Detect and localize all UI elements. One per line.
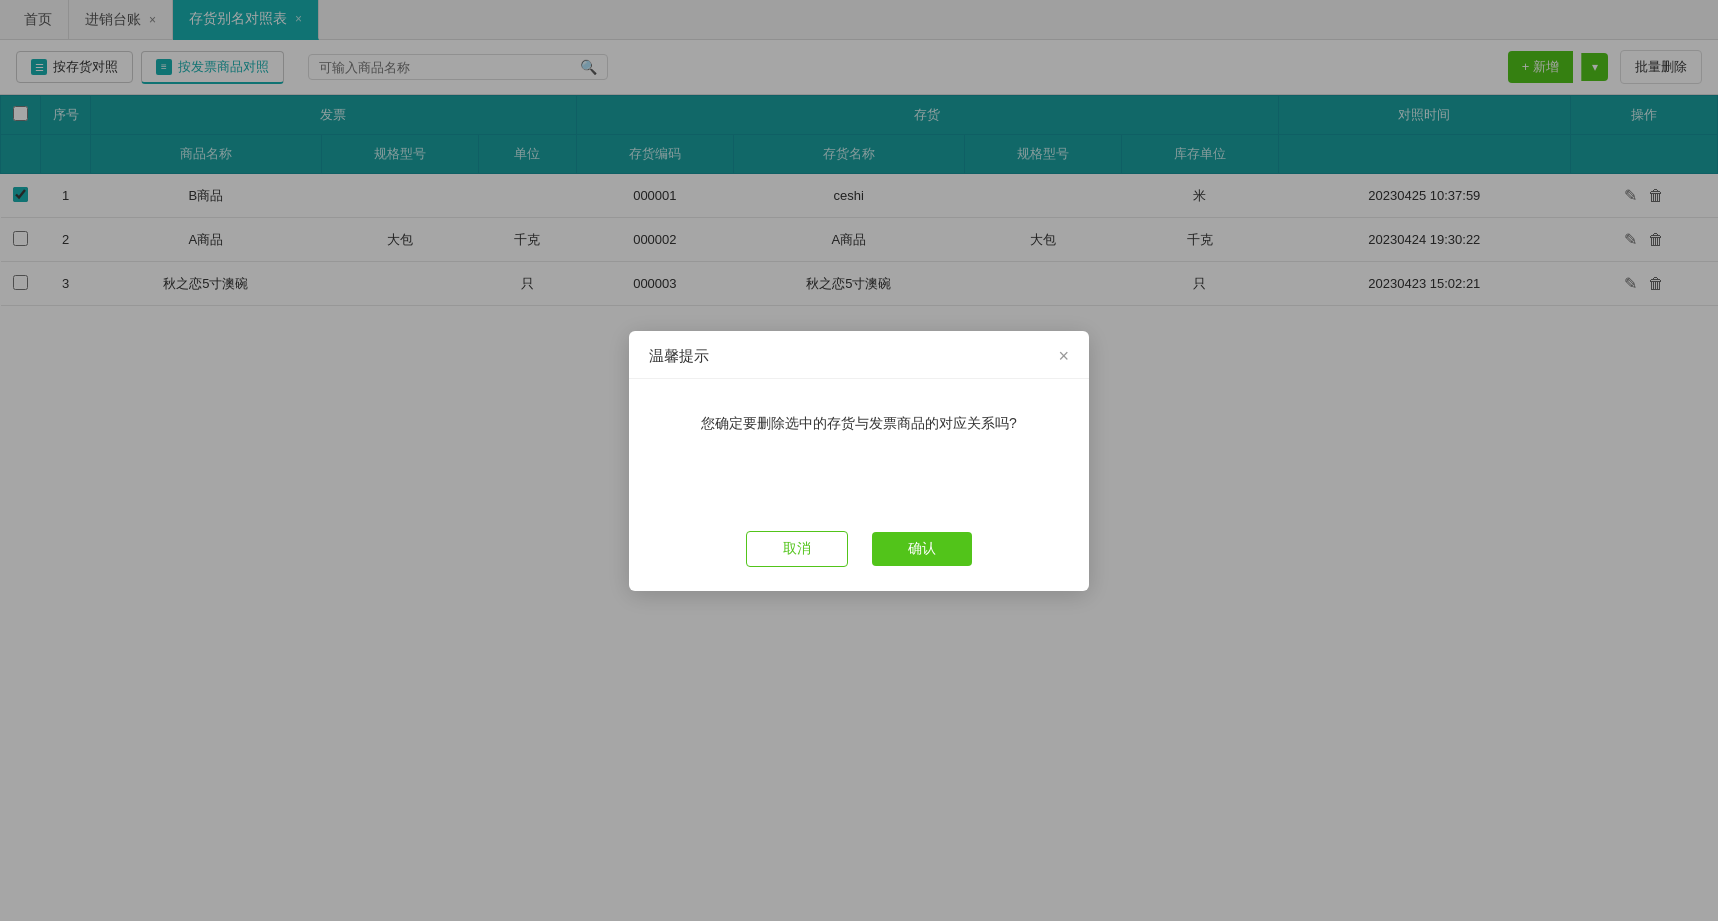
dialog-footer: 取消 确认 <box>629 515 1089 591</box>
confirm-dialog: 温馨提示 × 您确定要删除选中的存货与发票商品的对应关系吗? 取消 确认 <box>629 331 1089 591</box>
dialog-message: 您确定要删除选中的存货与发票商品的对应关系吗? <box>701 415 1017 431</box>
dialog-close-button[interactable]: × <box>1058 347 1069 365</box>
dialog-header: 温馨提示 × <box>629 331 1089 379</box>
dialog-overlay: 温馨提示 × 您确定要删除选中的存货与发票商品的对应关系吗? 取消 确认 <box>0 0 1718 921</box>
confirm-button[interactable]: 确认 <box>872 532 972 566</box>
cancel-button[interactable]: 取消 <box>746 531 848 567</box>
dialog-body: 您确定要删除选中的存货与发票商品的对应关系吗? <box>629 379 1089 515</box>
dialog-title: 温馨提示 <box>649 347 709 366</box>
